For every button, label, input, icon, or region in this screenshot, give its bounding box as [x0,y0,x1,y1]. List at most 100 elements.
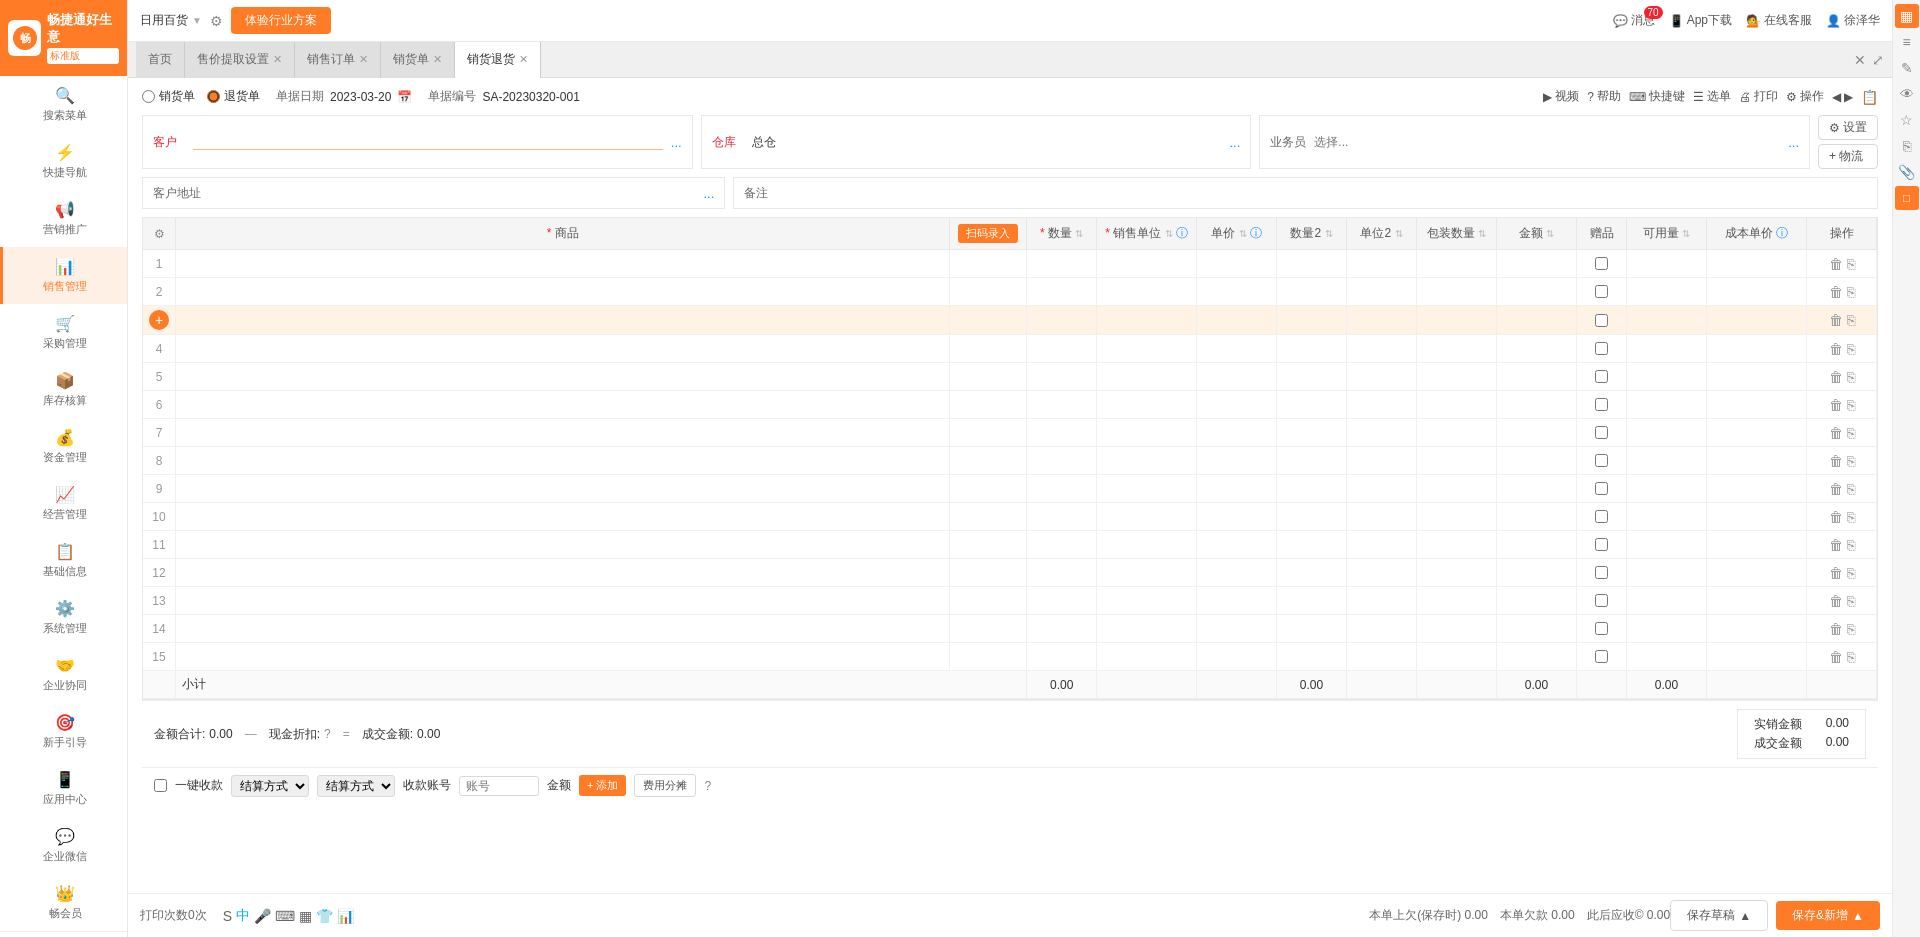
user-profile[interactable]: 👤 徐泽华 [1826,12,1880,29]
tab-sale-out[interactable]: 销货单✕ [381,42,455,78]
gift-checkbox-2[interactable] [1595,285,1608,298]
history-doc-icon[interactable]: 📋 [1861,89,1878,105]
delete-icon-6[interactable]: 🗑 [1829,397,1843,413]
tab-close-sale-order[interactable]: ✕ [359,53,368,66]
unit-sort-icon[interactable]: ⇅ [1165,228,1173,239]
warehouse-ellipsis[interactable]: ... [1230,135,1241,150]
copy-icon-5[interactable]: ⎘ [1847,369,1855,385]
copy-icon-8[interactable]: ⎘ [1847,453,1855,469]
sidebar-item-operations[interactable]: 📈 经营管理 [0,475,127,532]
price-info-icon[interactable]: ⓘ [1250,226,1262,240]
right-panel-pen-icon[interactable]: ✎ [1895,56,1919,80]
save-draft-btn[interactable]: 保存草稿 ▲ [1670,900,1768,931]
delete-icon-1[interactable]: 🗑 [1829,256,1843,272]
gift-checkbox-14[interactable] [1595,622,1608,635]
right-panel-list-icon[interactable]: ≡ [1895,30,1919,54]
gift-checkbox-11[interactable] [1595,538,1608,551]
discount-help-icon[interactable]: ? [324,727,331,741]
tab-sale-return[interactable]: 销货退货✕ [455,42,541,78]
add-row-btn[interactable]: + [149,310,169,330]
online-service-btn[interactable]: 💁 在线客服 [1746,12,1812,29]
delete-icon-12[interactable]: 🗑 [1829,565,1843,581]
select-btn[interactable]: ☰ 选单 [1693,88,1731,105]
help-btn[interactable]: ? 帮助 [1587,88,1621,105]
calendar-icon[interactable]: 📅 [397,90,412,104]
gift-checkbox-10[interactable] [1595,510,1608,523]
table-settings-icon[interactable]: ⚙ [154,227,165,241]
gift-checkbox-13[interactable] [1595,594,1608,607]
one-click-checkbox[interactable] [154,779,167,792]
pkgqty-sort-icon[interactable]: ⇅ [1478,228,1486,239]
gift-checkbox-1[interactable] [1595,257,1608,270]
available-sort-icon[interactable]: ⇅ [1682,228,1690,239]
customer-ellipsis[interactable]: ... [671,135,682,150]
delete-icon-5[interactable]: 🗑 [1829,369,1843,385]
right-panel-orange-btn[interactable]: □ [1895,186,1919,210]
right-panel-attachment-icon[interactable]: 📎 [1895,160,1919,184]
copy-icon-9[interactable]: ⎘ [1847,481,1855,497]
copy-icon-13[interactable]: ⎘ [1847,593,1855,609]
app-download-btn[interactable]: 📱 App下载 [1669,12,1732,29]
print-btn[interactable]: 🖨 打印 [1739,88,1778,105]
sidebar-item-system[interactable]: ⚙️ 系统管理 [0,589,127,646]
tab-close-sale-return[interactable]: ✕ [519,53,528,66]
keyboard-bottom-icon[interactable]: ⌨ [275,908,295,924]
amount-sort-icon[interactable]: ⇅ [1546,228,1554,239]
s-icon[interactable]: S [223,908,232,924]
delete-icon-3[interactable]: 🗑 [1829,312,1843,328]
sidebar-item-marketing[interactable]: 📢 营销推广 [0,190,127,247]
operate-btn[interactable]: ⚙ 操作 [1786,88,1824,105]
sidebar-item-member[interactable]: 👑 畅会员 [0,874,127,931]
copy-icon-1[interactable]: ⎘ [1847,256,1855,272]
copy-icon-10[interactable]: ⎘ [1847,509,1855,525]
gift-checkbox-9[interactable] [1595,482,1608,495]
copy-icon-7[interactable]: ⎘ [1847,425,1855,441]
right-panel-eye-icon[interactable]: 👁 [1895,82,1919,106]
tab-close-sale-price[interactable]: ✕ [273,53,282,66]
customer-input[interactable] [193,135,663,150]
logistics-btn[interactable]: + 物流 [1818,144,1878,169]
copy-icon-6[interactable]: ⎘ [1847,397,1855,413]
copy-icon-14[interactable]: ⎘ [1847,621,1855,637]
settings-action-btn[interactable]: ⚙ 设置 [1818,115,1878,140]
sidebar-item-purchase[interactable]: 🛒 采购管理 [0,304,127,361]
sidebar-item-shortcut[interactable]: ⚡ 快捷导航 [0,133,127,190]
gift-checkbox-15[interactable] [1595,650,1608,663]
sidebar-item-wechat[interactable]: 💬 企业微信 [0,817,127,874]
staff-ellipsis[interactable]: ... [1788,135,1799,150]
tab-sale-order[interactable]: 销售订单✕ [295,42,381,78]
right-panel-table-icon[interactable]: ▦ [1895,4,1919,28]
cost-info-icon[interactable]: ⓘ [1776,226,1788,240]
right-panel-copy-icon[interactable]: ⎘ [1895,134,1919,158]
sidebar-item-guide[interactable]: 🎯 新手引导 [0,703,127,760]
sidebar-item-sales[interactable]: 📊 销售管理 [0,247,127,304]
qty-sort-icon[interactable]: ⇅ [1075,228,1083,239]
tab-sale-price[interactable]: 售价提取设置✕ [185,42,295,78]
copy-icon-12[interactable]: ⎘ [1847,565,1855,581]
delete-icon-11[interactable]: 🗑 [1829,537,1843,553]
gift-checkbox-4[interactable] [1595,342,1608,355]
sidebar-item-funds[interactable]: 💰 资金管理 [0,418,127,475]
sidebar-item-search[interactable]: 🔍 搜索菜单 [0,76,127,133]
tab-home[interactable]: 首页 [136,42,185,78]
delete-icon-8[interactable]: 🗑 [1829,453,1843,469]
delete-icon-14[interactable]: 🗑 [1829,621,1843,637]
shortcut-btn[interactable]: ⌨ 快捷键 [1629,88,1685,105]
goods-input-3[interactable] [182,313,943,327]
radio-return-input[interactable] [207,90,220,103]
gift-checkbox-7[interactable] [1595,426,1608,439]
gift-checkbox-8[interactable] [1595,454,1608,467]
grid-icon[interactable]: ▦ [299,908,312,924]
delete-icon-2[interactable]: 🗑 [1829,284,1843,300]
summary-method-select[interactable]: 结算方式 [317,775,395,797]
chart-icon[interactable]: 📊 [337,908,354,924]
gift-checkbox-5[interactable] [1595,370,1608,383]
tab-close-sale-out[interactable]: ✕ [433,53,442,66]
sidebar-item-enterprise[interactable]: 🤝 企业协同 [0,646,127,703]
radio-return[interactable]: 退货单 [207,88,260,105]
save-new-btn[interactable]: 保存&新增 ▲ [1776,901,1880,930]
history-btn[interactable]: ◀ ▶ [1832,90,1853,104]
price-sort-icon[interactable]: ⇅ [1239,228,1247,239]
gift-checkbox-3[interactable] [1595,314,1608,327]
sidebar-item-inventory[interactable]: 📦 库存核算 [0,361,127,418]
